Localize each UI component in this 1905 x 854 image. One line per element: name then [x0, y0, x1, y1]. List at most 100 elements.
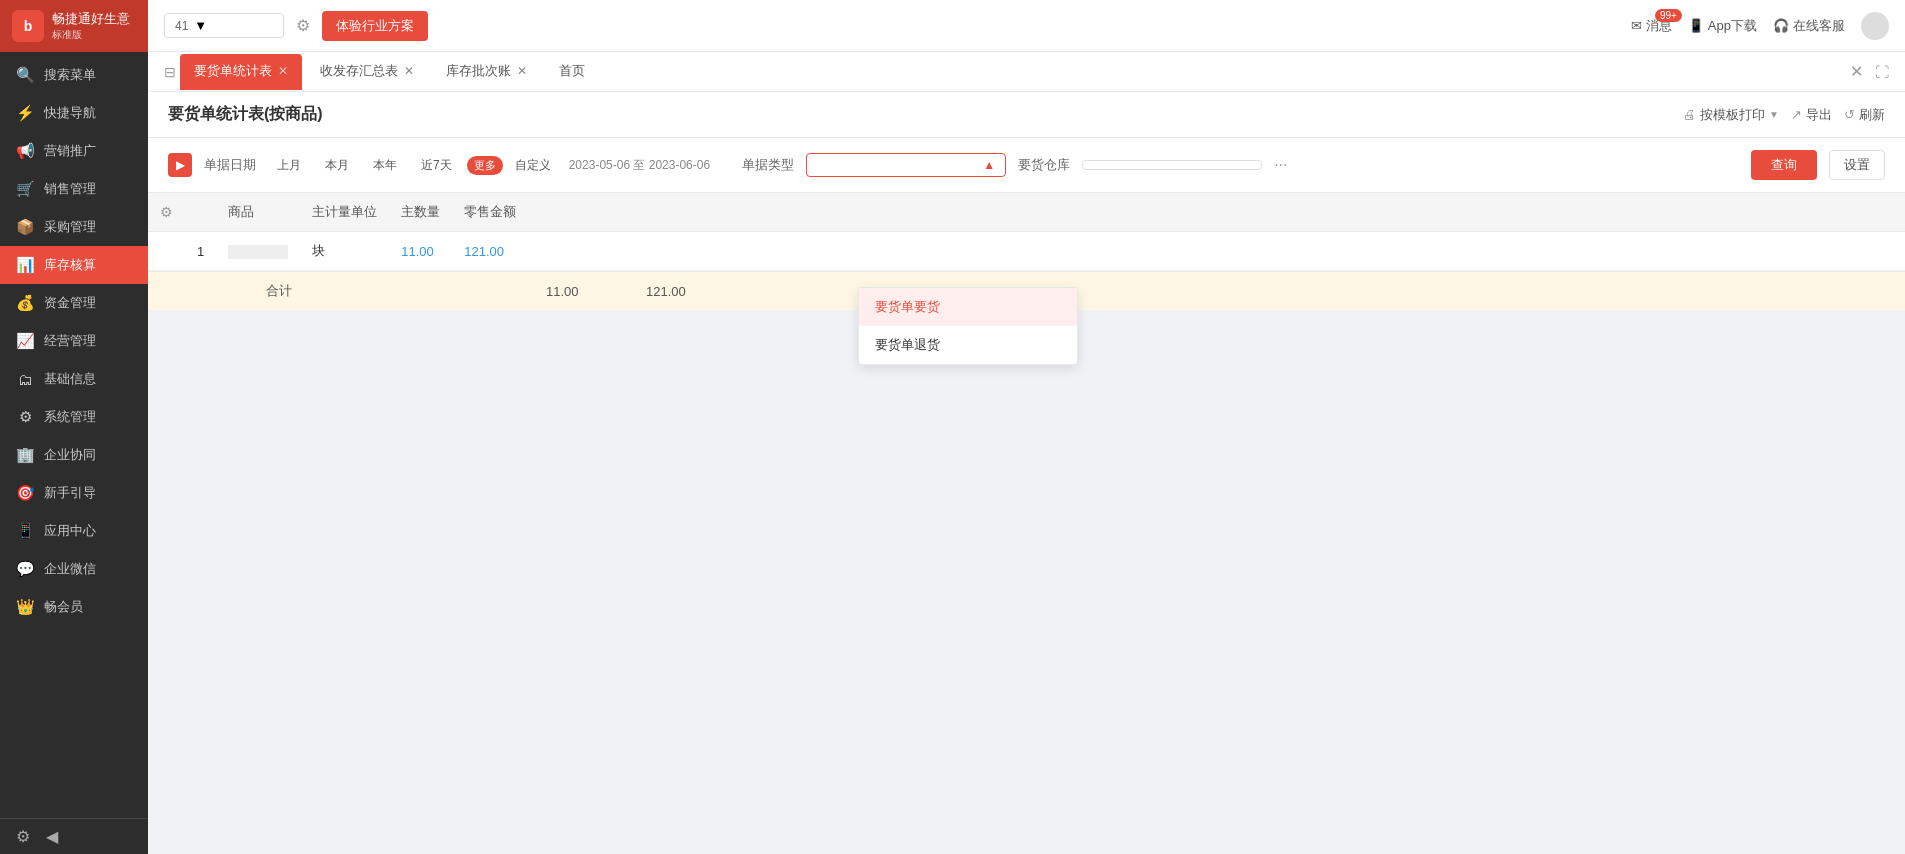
filter-expand-button[interactable]: ▶ — [168, 153, 192, 177]
table-header-row: ⚙ 商品 主计量单位 主数量 零售金额 — [148, 193, 1905, 232]
inventory-icon: 📊 — [16, 256, 34, 274]
sidebar-item-app-center[interactable]: 📱应用中心 — [0, 512, 148, 550]
tab-expand-icon[interactable]: ⊟ — [164, 64, 176, 80]
sales-icon: 🛒 — [16, 180, 34, 198]
sidebar-item-search-menu[interactable]: 🔍搜索菜单 — [0, 56, 148, 94]
settings-icon[interactable]: ⚙ — [16, 827, 30, 846]
sidebar-label-basic-info: 基础信息 — [44, 370, 96, 388]
page-actions: 🖨 按模板打印 ▼ ↗ 导出 ↺ 刷新 — [1683, 106, 1885, 124]
row-unit-0: 块 — [300, 232, 389, 271]
col-gear-icon[interactable]: ⚙ — [160, 204, 173, 220]
this-year-btn[interactable]: 本年 — [364, 153, 406, 178]
sidebar-item-wechat[interactable]: 💬企业微信 — [0, 550, 148, 588]
sidebar-label-purchase: 采购管理 — [44, 218, 96, 236]
tab-label-inventory-batch: 库存批次账 — [446, 62, 511, 80]
refresh-icon: ↺ — [1844, 107, 1855, 122]
sidebar-item-system[interactable]: ⚙系统管理 — [0, 398, 148, 436]
warehouse-filter-label: 要货仓库 — [1018, 156, 1070, 174]
dropdown-item-return[interactable]: 要货单退货 — [859, 326, 1077, 364]
sidebar-label-operations: 经营管理 — [44, 332, 96, 350]
tab-request-stats[interactable]: 要货单统计表 ✕ — [180, 54, 302, 90]
trial-button[interactable]: 体验行业方案 — [322, 11, 428, 41]
tab-receive-summary[interactable]: 收发存汇总表 ✕ — [306, 54, 428, 90]
sidebar-item-operations[interactable]: 📈 经营管理 — [0, 322, 148, 360]
notifications-item[interactable]: ✉ 消息 99+ — [1631, 17, 1672, 35]
purchase-icon: 📦 — [16, 218, 34, 236]
collapse-icon[interactable]: ◀ — [46, 827, 58, 846]
tab-label-request-stats: 要货单统计表 — [194, 62, 272, 80]
row-settings-0 — [148, 232, 185, 271]
type-select-chevron: ▲ — [983, 158, 995, 172]
table-row: 1 块 11.00 121.00 — [148, 232, 1905, 271]
more-date-btn[interactable]: 更多 — [467, 156, 503, 175]
7days-btn[interactable]: 近7天 — [412, 153, 461, 178]
sidebar-item-marketing[interactable]: 📢营销推广 — [0, 132, 148, 170]
row-quantity-0: 11.00 — [389, 232, 452, 271]
custom-date-btn[interactable]: 自定义 — [509, 154, 557, 177]
sidebar-label-app-center: 应用中心 — [44, 522, 96, 540]
dropdown-item-request[interactable]: 要货单要货 — [859, 288, 1077, 326]
tab-close-inventory-batch[interactable]: ✕ — [517, 64, 527, 78]
table-container: ⚙ 商品 主计量单位 主数量 零售金额 1 块 — [148, 193, 1905, 271]
refresh-action[interactable]: ↺ 刷新 — [1844, 106, 1885, 124]
sidebar-item-quick-nav[interactable]: ⚡快捷导航 — [0, 94, 148, 132]
export-action[interactable]: ↗ 导出 — [1791, 106, 1832, 124]
footer-label: 合计 — [254, 282, 454, 300]
tab-inventory-batch[interactable]: 库存批次账 ✕ — [432, 54, 541, 90]
sidebar-item-purchase[interactable]: 📦 采购管理 — [0, 208, 148, 246]
sidebar-item-vip[interactable]: 👑畅会员 — [0, 588, 148, 626]
tab-label-home: 首页 — [559, 62, 585, 80]
top-header: 41 ▼ ⚙ 体验行业方案 ✉ 消息 99+ 📱 App下载 🎧 在线客服 — [148, 0, 1905, 52]
sidebar-item-finance[interactable]: 💰 资金管理 — [0, 284, 148, 322]
main-area: 41 ▼ ⚙ 体验行业方案 ✉ 消息 99+ 📱 App下载 🎧 在线客服 ⊟ … — [148, 0, 1905, 854]
warehouse-select[interactable] — [1082, 160, 1262, 170]
system-icon: ⚙ — [16, 408, 34, 426]
filter-more-btn[interactable]: ··· — [1274, 156, 1287, 174]
type-select[interactable]: ▲ — [806, 153, 1006, 177]
content-area: 要货单统计表(按商品) 🖨 按模板打印 ▼ ↗ 导出 ↺ 刷新 — [148, 92, 1905, 854]
app-title: 畅捷通好生意 标准版 — [52, 11, 130, 41]
user-avatar[interactable] — [1861, 12, 1889, 40]
tab-close-all[interactable]: ✕ — [1850, 62, 1863, 81]
export-label: 导出 — [1806, 106, 1832, 124]
current-month-btn[interactable]: 本月 — [316, 153, 358, 178]
prev-month-btn[interactable]: 上月 — [268, 153, 310, 178]
date-filter-label: 单据日期 — [204, 156, 256, 174]
header-gear-icon[interactable]: ⚙ — [296, 16, 310, 35]
sidebar-label-finance: 资金管理 — [44, 294, 96, 312]
sidebar-label-search-menu: 搜索菜单 — [44, 66, 96, 84]
finance-icon: 💰 — [16, 294, 34, 312]
date-range-display: 2023-05-06 至 2023-06-06 — [569, 157, 710, 174]
setting-button[interactable]: 设置 — [1829, 150, 1885, 180]
footer-amount: 121.00 — [634, 284, 734, 299]
print-action[interactable]: 🖨 按模板打印 ▼ — [1683, 106, 1779, 124]
date-shortcuts: 上月 本月 本年 近7天 更多 自定义 — [268, 153, 557, 178]
page-title: 要货单统计表(按商品) — [168, 104, 323, 125]
page-header: 要货单统计表(按商品) 🖨 按模板打印 ▼ ↗ 导出 ↺ 刷新 — [148, 92, 1905, 138]
sidebar-label-marketing: 营销推广 — [44, 142, 96, 160]
sidebar-item-new-guide[interactable]: 🎯新手引导 — [0, 474, 148, 512]
sidebar-label-new-guide: 新手引导 — [44, 484, 96, 502]
enterprise-icon: 🏢 — [16, 446, 34, 464]
sidebar-item-sales[interactable]: 🛒 销售管理 — [0, 170, 148, 208]
sidebar-item-basic-info[interactable]: 🗂基础信息 — [0, 360, 148, 398]
app-logo: b — [12, 10, 44, 42]
col-amount-header: 零售金额 — [452, 193, 528, 232]
sidebar-item-enterprise[interactable]: 🏢企业协同 — [0, 436, 148, 474]
tab-close-request-stats[interactable]: ✕ — [278, 64, 288, 78]
store-selector[interactable]: 41 ▼ — [164, 13, 284, 38]
sidebar-item-inventory[interactable]: 📊库存核算 — [0, 246, 148, 284]
vip-icon: 👑 — [16, 598, 34, 616]
sidebar-label-sales: 销售管理 — [44, 180, 96, 198]
tab-close-receive-summary[interactable]: ✕ — [404, 64, 414, 78]
phone-icon: 📱 — [1688, 18, 1704, 33]
online-service-item[interactable]: 🎧 在线客服 — [1773, 17, 1845, 35]
col-index-header — [185, 193, 216, 232]
export-icon: ↗ — [1791, 107, 1802, 122]
tab-home[interactable]: 首页 — [545, 54, 599, 90]
operations-icon: 📈 — [16, 332, 34, 350]
tab-fullscreen-icon[interactable]: ⛶ — [1875, 64, 1889, 80]
query-button[interactable]: 查询 — [1751, 150, 1817, 180]
row-amount-0: 121.00 — [452, 232, 528, 271]
app-download-item[interactable]: 📱 App下载 — [1688, 17, 1757, 35]
